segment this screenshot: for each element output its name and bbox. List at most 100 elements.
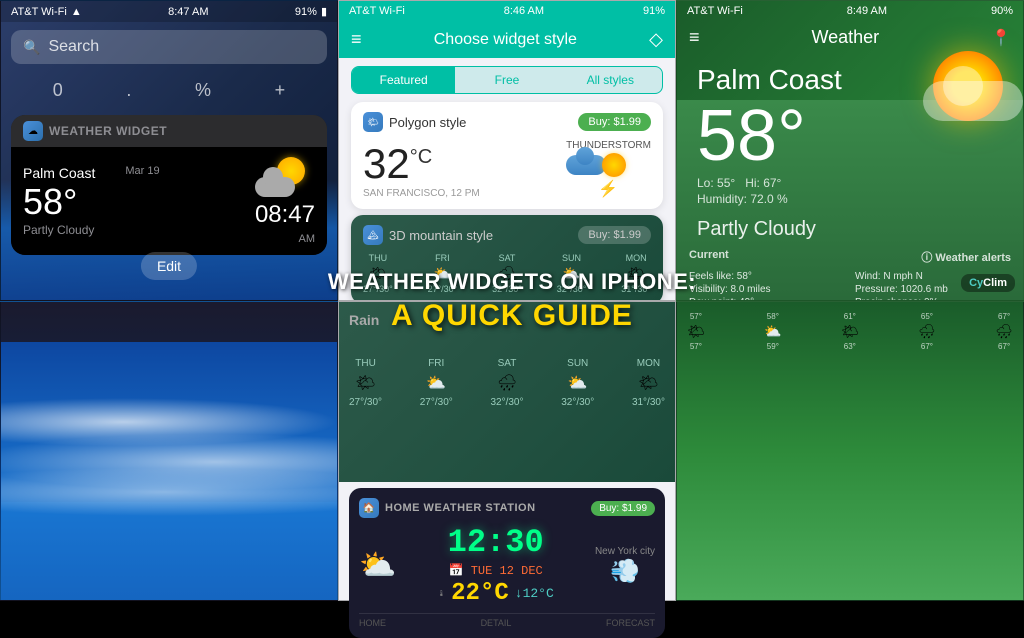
polygon-card-header: 🌤 Polygon style Buy: $1.99 — [363, 112, 651, 132]
day-label-4: MON — [626, 253, 647, 263]
tab-featured[interactable]: Featured — [352, 67, 455, 93]
home-full-temp: 22°C — [451, 580, 509, 607]
polygon-temp: 32 °C SAN FRANCISCO, 12 PM — [363, 140, 480, 199]
c6-hour-3: 65° 🌧 67° — [918, 312, 936, 351]
mf-thu: THU 🌤 27°/30° — [349, 358, 382, 408]
widget-temp: 58° — [23, 181, 160, 223]
status-right-1: 91% ▮ — [295, 5, 327, 18]
carrier-3: AT&T Wi-Fi — [687, 5, 743, 17]
widget-ampm: AM — [299, 233, 316, 245]
tab-all-styles[interactable]: All styles — [559, 67, 662, 93]
widget-desc: Partly Cloudy — [23, 223, 160, 237]
widget-header: ☁ WEATHER WIDGET — [11, 115, 327, 147]
mountain-card[interactable]: 🏔 3D mountain style Buy: $1.99 THU 🌤 27°… — [351, 215, 663, 301]
home-full-temps: 🌡 22°C ↓12°C — [438, 580, 554, 607]
lo-hi-3: Lo: 55° Hi: 67° — [697, 176, 1003, 190]
widget-controls: 0 . % + — [1, 72, 337, 109]
cell5-content: Rain THU 🌤 27°/30° FRI ⛅ 27°/30° SAT — [339, 302, 675, 600]
mountain-card-title: 🏔 3D mountain style — [363, 225, 493, 245]
day-label-0: THU — [369, 253, 388, 263]
home-full-wind-icon: 💨 — [595, 557, 655, 586]
home-station-full[interactable]: 🏠 HOME WEATHER STATION Buy: $1.99 ⛅ 12:3… — [349, 488, 665, 638]
tab-free[interactable]: Free — [455, 67, 558, 93]
menu-icon-2[interactable]: ≡ — [351, 29, 362, 50]
day-temp-0: 27°/30° — [363, 284, 393, 294]
status-left-1: AT&T Wi-Fi ▲ — [11, 6, 82, 18]
cyclim-badge: CyClim — [961, 274, 1015, 292]
sun-cloud-icon — [255, 157, 315, 197]
ctrl-dot: . — [126, 80, 131, 101]
ctrl-zero: 0 — [53, 80, 63, 101]
polygon-name: Polygon style — [389, 115, 466, 130]
cell6-hourly: 57° 🌤 57° 58° ⛅ 59° 61° 🌤 63° 65° 🌧 — [687, 312, 1013, 351]
search-label: Search — [48, 38, 99, 56]
battery-icon-1: ▮ — [321, 5, 327, 18]
home-full-weather: ⛅ — [359, 548, 396, 583]
menu-icon-3[interactable]: ≡ — [689, 27, 700, 48]
forecast-sun: SUN ⛅ 32°/30° — [557, 253, 587, 294]
detail-feels-like: Feels like: 58° — [689, 271, 845, 282]
search-bar[interactable]: 🔍 Search — [11, 30, 327, 64]
forecast-mon: MON 🌤 31°/30° — [621, 253, 651, 294]
day-temp-2: 32°/30° — [492, 284, 522, 294]
home-full-nav: HOME DETAIL FORECAST — [359, 613, 655, 628]
cell-widget-chooser-bottom: Rain THU 🌤 27°/30° FRI ⛅ 27°/30° SAT — [338, 301, 676, 601]
cell-iphone-search: AT&T Wi-Fi ▲ 8:47 AM 91% ▮ 🔍 Search 0 . … — [0, 0, 338, 301]
edit-button[interactable]: Edit — [141, 252, 197, 280]
polygon-card-title: 🌤 Polygon style — [363, 112, 466, 132]
day-icon-1: ⛅ — [434, 265, 451, 282]
home-full-time-block: 12:30 📅 TUE 12 DEC 🌡 22°C ↓12°C — [438, 524, 554, 607]
home-full-title: 🏠 HOME WEATHER STATION — [359, 498, 536, 518]
status-bar-2: AT&T Wi-Fi 8:46 AM 91% — [339, 1, 675, 21]
cell-weather-app: AT&T Wi-Fi 8:49 AM 90% ≡ Weather 📍 Palm … — [676, 0, 1024, 301]
sun-behind — [602, 153, 626, 177]
home-full-buy[interactable]: Buy: $1.99 — [591, 501, 655, 516]
home-full-icon: 🏠 — [359, 498, 379, 518]
day-label-2: SAT — [499, 253, 516, 263]
widget-left: Palm Coast Mar 19 58° Partly Cloudy — [23, 165, 160, 237]
home-nav-forecast-2[interactable]: FORECAST — [606, 618, 655, 628]
time-1: 8:47 AM — [168, 6, 208, 18]
thunder-cloud — [566, 155, 606, 175]
status-bar-1: AT&T Wi-Fi ▲ 8:47 AM 91% ▮ — [1, 1, 337, 22]
mountain-card-header: 🏔 3D mountain style Buy: $1.99 — [363, 225, 651, 245]
day-temp-4: 31°/30° — [621, 284, 651, 294]
widget-right: 08:47 AM — [255, 157, 315, 245]
detail-visibility: Visibility: 8.0 miles — [689, 284, 845, 295]
widget-city: Palm Coast — [23, 165, 95, 181]
c6-hour-2: 61° 🌤 63° — [841, 312, 859, 351]
day-icon-4: 🌤 — [627, 265, 645, 282]
forecast-fri: FRI ⛅ 27°/30° — [428, 253, 458, 294]
time-2: 8:46 AM — [504, 5, 544, 17]
home-full-name: HOME WEATHER STATION — [385, 502, 536, 514]
segment-tabs: Featured Free All styles — [351, 66, 663, 94]
wifi-icon: ▲ — [71, 6, 82, 18]
forecast-row: THU 🌤 27°/30° FRI ⛅ 27°/30° SAT 🌧 32°/30… — [363, 253, 651, 294]
weather-detail-section: Current ⓘ Weather alerts Feels like: 58°… — [677, 241, 1023, 301]
polygon-card-body: 32 °C SAN FRANCISCO, 12 PM THUNDERSTORM … — [363, 140, 651, 199]
home-full-right: New York city 💨 — [595, 546, 655, 586]
mountain-full-card: Rain THU 🌤 27°/30° FRI ⛅ 27°/30° SAT — [339, 302, 675, 482]
battery-3: 90% — [991, 5, 1013, 17]
weather-main: Palm Coast 58° Lo: 55° Hi: 67° Humidity:… — [677, 54, 1023, 218]
ctrl-plus: + — [275, 80, 286, 101]
home-nav-detail-2[interactable]: DETAIL — [481, 618, 512, 628]
mf-sun: SUN ⛅ 32°/30° — [561, 358, 594, 408]
cell6-content: 57° 🌤 57° 58° ⛅ 59° 61° 🌤 63° 65° 🌧 — [677, 302, 1023, 363]
home-nav-home-2[interactable]: HOME — [359, 618, 386, 628]
day-icon-3: ⛅ — [563, 265, 580, 282]
thunder-icon: ⚡ — [566, 155, 622, 199]
cell-weather-details: 57° 🌤 57° 58° ⛅ 59° 61° 🌤 63° 65° 🌧 — [676, 301, 1024, 601]
battery-2: 91% — [643, 5, 665, 17]
weather-nav-title: Weather — [811, 27, 879, 48]
diamond-icon[interactable]: ◇ — [649, 29, 663, 50]
weather-widget-card[interactable]: ☁ WEATHER WIDGET Palm Coast Mar 19 58° P… — [11, 115, 327, 255]
mountain-buy-btn[interactable]: Buy: $1.99 — [578, 226, 651, 244]
polygon-buy-btn[interactable]: Buy: $1.99 — [578, 113, 651, 131]
mf-mon: MON 🌤 31°/30° — [632, 358, 665, 408]
polygon-card[interactable]: 🌤 Polygon style Buy: $1.99 32 °C SAN FRA… — [351, 102, 663, 209]
temp-big-3: 58° — [697, 100, 1003, 172]
location-icon[interactable]: 📍 — [991, 28, 1011, 48]
cell-widget-chooser: AT&T Wi-Fi 8:46 AM 91% ≡ Choose widget s… — [338, 0, 676, 301]
day-label-1: FRI — [435, 253, 450, 263]
